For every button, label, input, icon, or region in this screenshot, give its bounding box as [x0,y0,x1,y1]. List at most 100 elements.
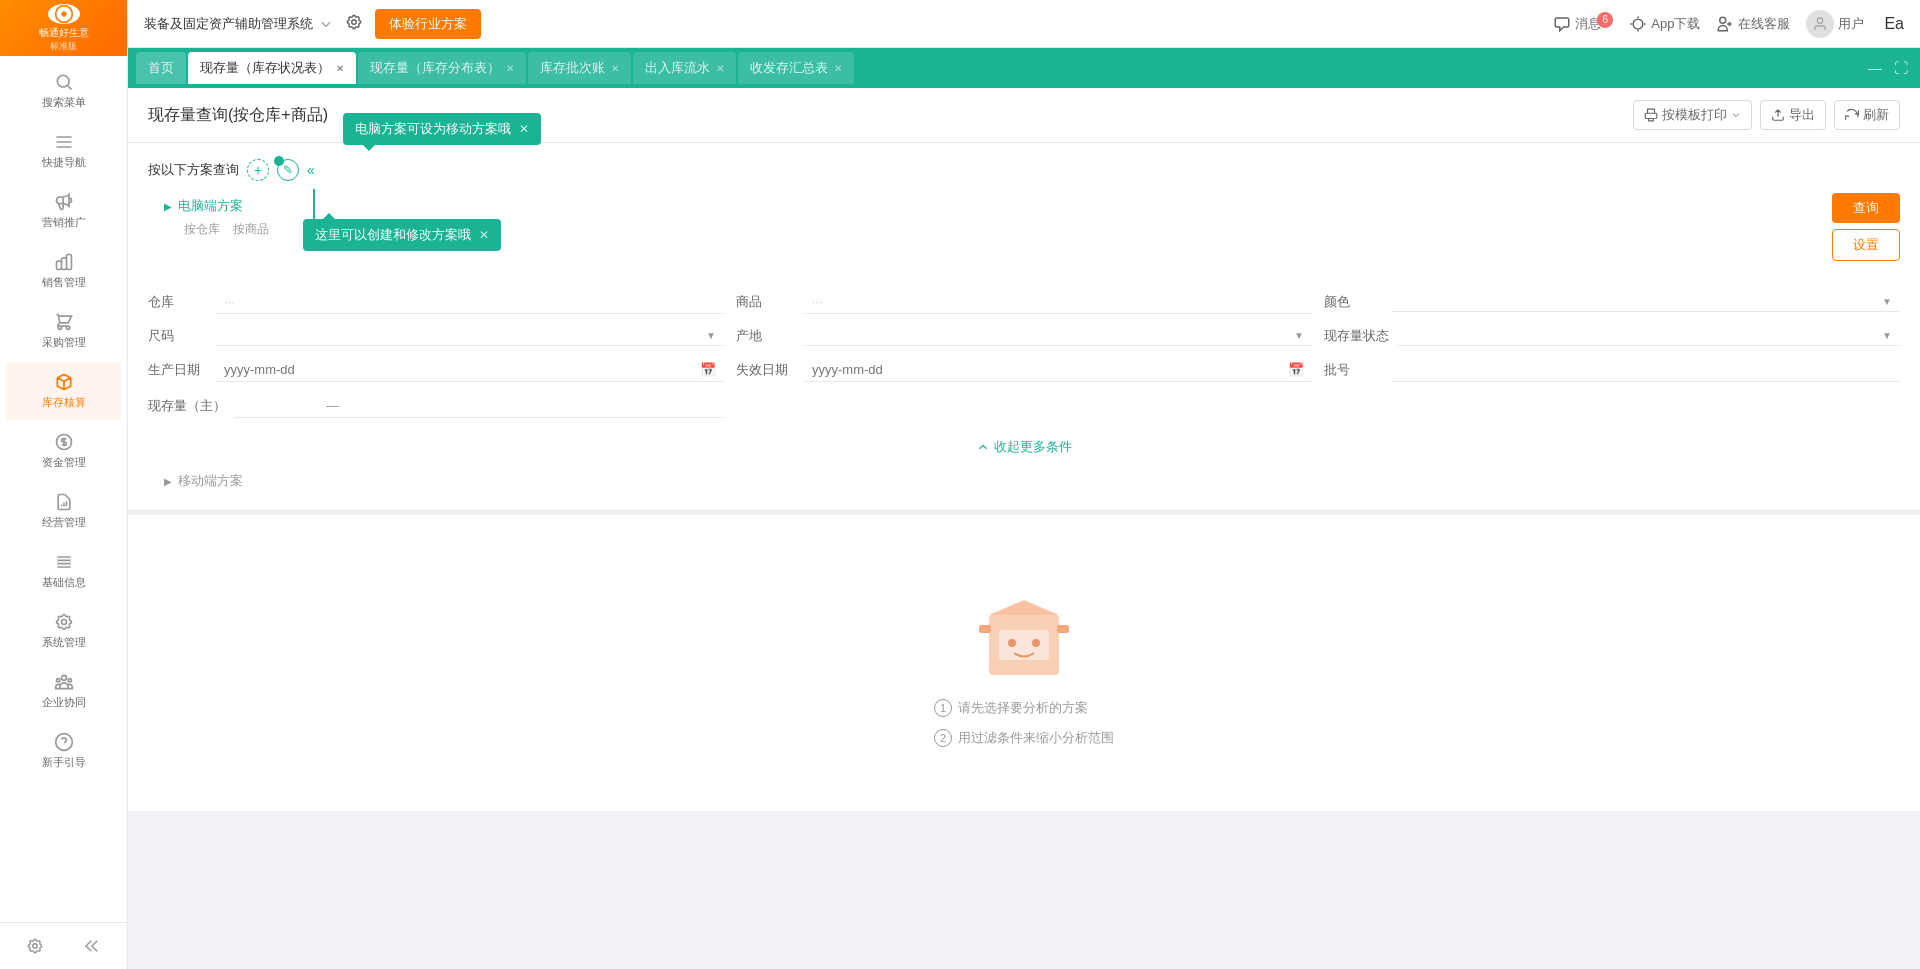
sidebar-item-search[interactable]: 搜索菜单 [6,62,121,120]
sidebar-item-basics[interactable]: 基础信息 [6,542,121,600]
tab-batch-close[interactable]: ✕ [611,63,619,74]
sidebar-label-sales: 销售管理 [42,275,86,290]
origin-dropdown-icon: ▼ [1294,330,1304,341]
sidebar-item-promotion[interactable]: 营销推广 [6,182,121,240]
refresh-label: 刷新 [1863,106,1889,124]
batch-filter: 批号 [1324,358,1900,382]
tooltip-scheme-text: 电脑方案可设为移动方案哦 [355,120,511,138]
search-btn[interactable]: 查询 [1832,193,1900,223]
tab-summary[interactable]: 收发存汇总表 ✕ [738,52,854,84]
sidebar-item-purchase[interactable]: 采购管理 [6,302,121,360]
sidebar-item-enterprise[interactable]: 企业协同 [6,662,121,720]
scheme-mobile-arrow: ▶ [164,476,172,487]
goods-select[interactable]: ··· [804,290,1312,314]
tooltip-edit-hint: 这里可以创建和修改方案哦 ✕ [303,219,501,251]
svg-point-5 [352,20,357,25]
page-title: 现存量查询(按仓库+商品) [148,105,328,126]
expiry-date-input[interactable] [812,362,1280,377]
tab-batch[interactable]: 库存批次账 ✕ [528,52,631,84]
tooltip2-close-btn[interactable]: ✕ [479,228,489,242]
size-select[interactable]: ▼ [216,326,724,346]
empty-illustration [964,575,1084,695]
batch-label: 批号 [1324,361,1384,379]
sidebar-item-sales[interactable]: 销售管理 [6,242,121,300]
app-download-label: App下载 [1651,15,1700,33]
message-btn[interactable]: 消息 6 [1553,15,1613,33]
tab-maximize-icon[interactable]: ⛶ [1890,56,1912,80]
empty-step1: 1 请先选择要分析的方案 [934,695,1114,721]
tooltip1-close-btn[interactable]: ✕ [519,122,529,136]
add-scheme-btn[interactable]: + [247,159,269,181]
scheme-mobile-area: ▶ 移动端方案 [164,468,1900,494]
app-logo: 畅通好生意 标准版 [0,0,127,56]
tab-home[interactable]: 首页 [136,52,186,84]
tab-stock-status-close[interactable]: ✕ [336,63,344,74]
stock-main-filter: 现存量（主） — [148,394,724,418]
tab-summary-close[interactable]: ✕ [834,63,842,74]
sidebar-item-operations[interactable]: 经营管理 [6,482,121,540]
stock-state-select[interactable]: ▼ [1397,326,1900,346]
expiry-date-calendar-icon[interactable]: 📅 [1288,362,1304,377]
prod-date-calendar-icon[interactable]: 📅 [700,362,716,377]
sidebar-item-system[interactable]: 系统管理 [6,602,121,660]
export-label: 导出 [1789,106,1815,124]
tab-stock-dist[interactable]: 现存量（库存分布表） ✕ [358,52,526,84]
color-label: 颜色 [1324,293,1384,311]
user-area[interactable]: 用户 [1806,10,1864,38]
stock-state-filter: 现存量状态 ▼ [1324,326,1900,346]
sidebar-item-inventory[interactable]: 库存核算 [6,362,121,420]
template-print-btn[interactable]: 按模板打印 [1633,100,1752,130]
edit-scheme-btn[interactable]: ✎ [277,159,299,181]
origin-select[interactable]: ▼ [804,326,1312,346]
tabbar: 首页 现存量（库存状况表） ✕ 现存量（库存分布表） ✕ 库存批次账 ✕ 出入库… [128,48,1920,88]
experience-btn[interactable]: 体验行业方案 [375,9,481,39]
arrow-icon[interactable]: « [307,162,315,178]
warehouse-label: 仓库 [148,293,208,311]
scheme-mobile-item[interactable]: ▶ 移动端方案 [164,468,1900,494]
tab-minimize-icon[interactable]: — [1864,56,1886,80]
system-selector[interactable]: 装备及固定资产辅助管理系统 [144,15,333,33]
prod-date-input[interactable] [224,362,692,377]
tooltip-scheme-hint: 电脑方案可设为移动方案哦 ✕ [343,113,541,145]
stock-state-dropdown-icon: ▼ [1882,330,1892,341]
empty-state: 1 请先选择要分析的方案 2 用过滤条件来缩小分析范围 [128,515,1920,811]
search-btn-area: 查询 设置 [1832,193,1900,261]
svg-point-9 [1008,639,1016,647]
stock-main-from-input[interactable] [242,398,322,413]
tooltip-edit-text: 这里可以创建和修改方案哦 [315,226,471,244]
user-label: 用户 [1838,15,1864,33]
tab-stock-status[interactable]: 现存量（库存状况表） ✕ [188,52,356,84]
sidebar-label-nav: 快捷导航 [42,155,86,170]
collapse-btn[interactable]: 收起更多条件 [976,438,1072,456]
color-select[interactable]: ▼ [1392,292,1900,312]
refresh-icon [1845,108,1859,122]
settings-btn[interactable] [22,933,48,959]
sidebar-label-system: 系统管理 [42,635,86,650]
app-download-btn[interactable]: App下载 [1629,15,1700,33]
warehouse-select[interactable]: ··· [216,290,724,314]
tab-flow[interactable]: 出入库流水 ✕ [633,52,736,84]
refresh-btn[interactable]: 刷新 [1834,100,1900,130]
sidebar-item-guide[interactable]: 新手引导 [6,722,121,780]
export-btn[interactable]: 导出 [1760,100,1826,130]
tab-flow-close[interactable]: ✕ [716,63,724,74]
tooltip2-area: 这里可以创建和修改方案哦 ✕ [303,189,501,251]
tab-stock-status-label: 现存量（库存状况表） [200,59,330,77]
sidebar-label-basics: 基础信息 [42,575,86,590]
online-service-btn[interactable]: 在线客服 [1716,15,1790,33]
reset-btn[interactable]: 设置 [1832,229,1900,261]
template-dropdown-icon [1731,110,1741,120]
prod-date-filter: 生产日期 📅 [148,358,724,382]
sidebar-item-finance[interactable]: 资金管理 [6,422,121,480]
filter-header: 按以下方案查询 + ✎ « 电脑方案可设为移动方案哦 ✕ 这里可以创建和修改方案… [148,159,1900,181]
step1-num: 1 [934,699,952,717]
tab-stock-dist-close[interactable]: ✕ [506,63,514,74]
color-filter: 颜色 ▼ [1324,290,1900,314]
sidebar: 畅通好生意 标准版 搜索菜单 快捷导航 营销推广 销售管理 [0,0,128,969]
step1-text: 请先选择要分析的方案 [958,695,1088,721]
batch-input[interactable] [1392,358,1900,382]
topbar-settings-icon[interactable] [345,13,363,34]
collapse-sidebar-btn[interactable] [79,933,105,959]
vertical-connector [313,189,315,219]
sidebar-item-nav[interactable]: 快捷导航 [6,122,121,180]
